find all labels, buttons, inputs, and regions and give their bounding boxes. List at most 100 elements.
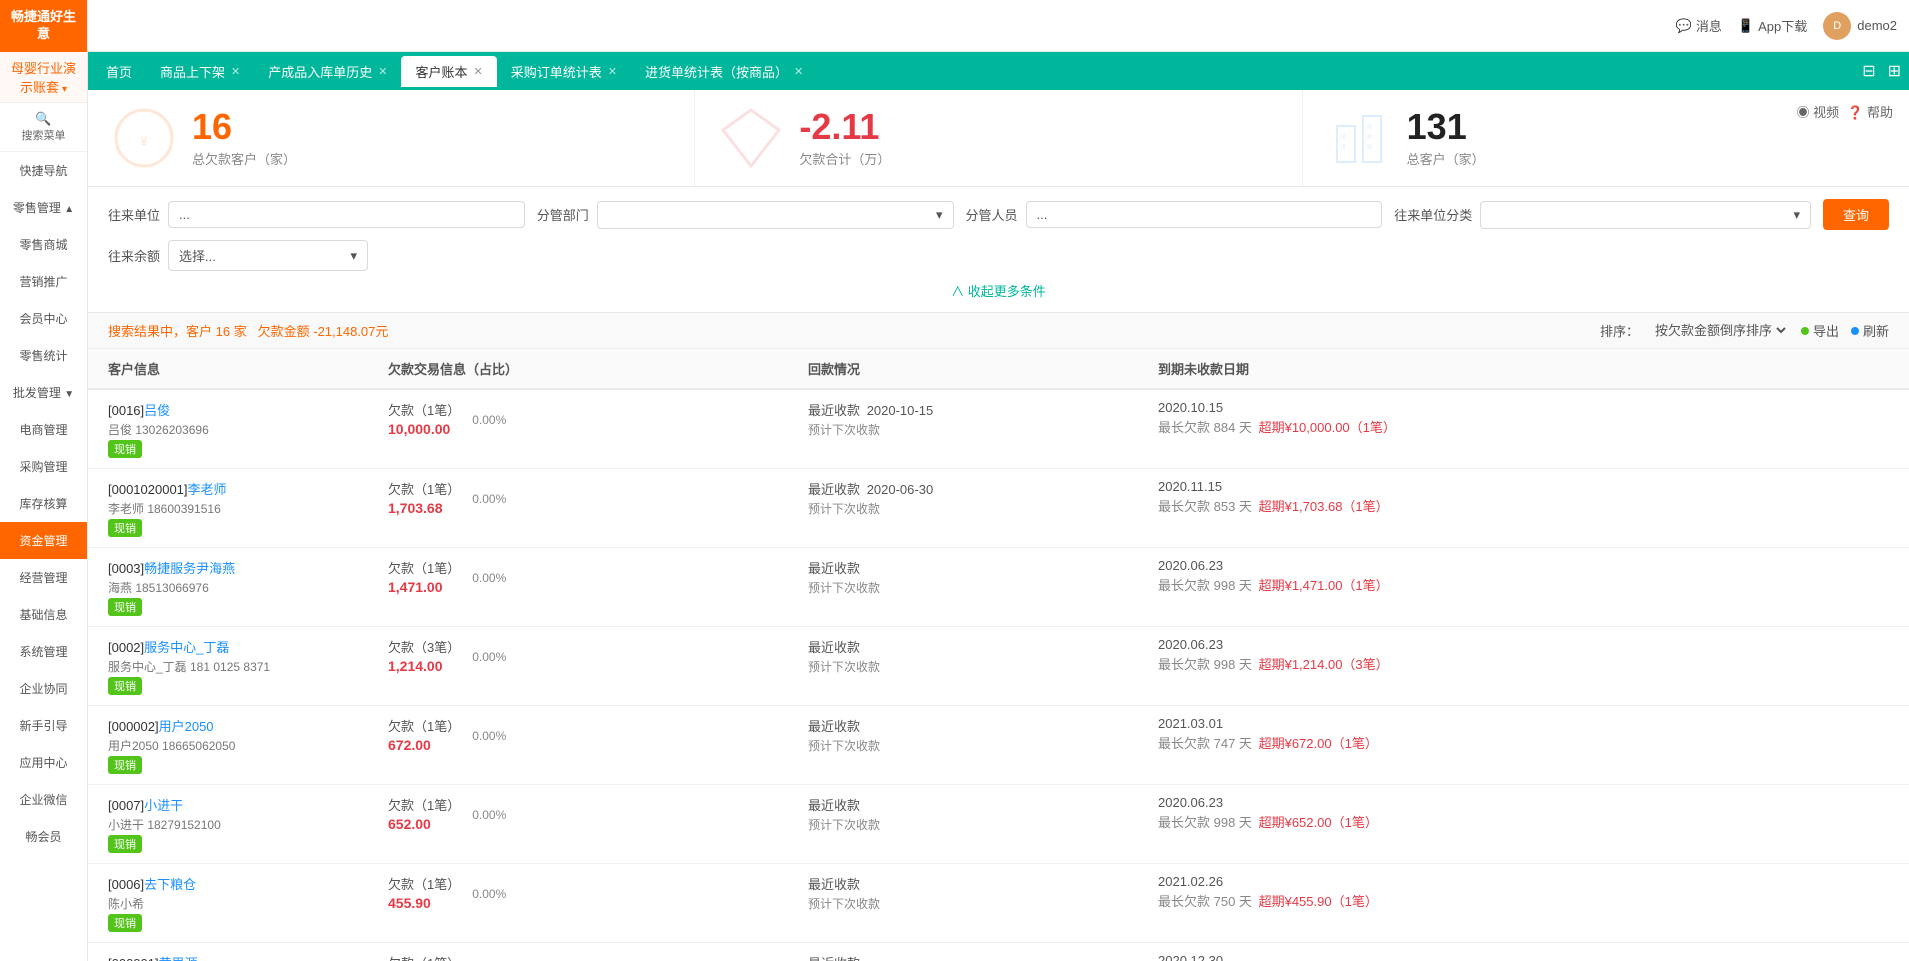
sidebar-item-ecommerce[interactable]: 电商管理 xyxy=(0,411,87,448)
unit-category-select[interactable]: ▾ xyxy=(1480,201,1811,229)
customer-name-7[interactable]: 黄思源 xyxy=(159,956,198,961)
debt-count-5: 欠款（1笔） xyxy=(388,795,460,814)
table-header: 客户信息 欠款交易信息（占比） 回款情况 到期未收款日期 xyxy=(88,349,1909,390)
tabs-bar: 首页 商品上下架 ✕ 产成品入库单历史 ✕ 客户账本 ✕ 采购订单统计表 ✕ 进… xyxy=(88,52,1909,90)
due-date-5: 2020.06.23 xyxy=(1158,795,1889,810)
debt-amount-1[interactable]: 1,703.68 xyxy=(388,500,460,516)
sidebar-item-enterprise-wechat[interactable]: 企业微信 xyxy=(0,781,87,818)
video-help-button[interactable]: ◉ 视频 xyxy=(1797,102,1840,121)
sidebar-item-ops[interactable]: 经营管理 xyxy=(0,559,87,596)
sidebar-item-purchase[interactable]: 采购管理 xyxy=(0,448,87,485)
help-button[interactable]: ❓ 帮助 xyxy=(1847,102,1893,121)
stat-card-actions: ◉ 视频 ❓ 帮助 xyxy=(1797,102,1893,121)
debt-amount-4[interactable]: 672.00 xyxy=(388,737,460,753)
unit-category-label: 往来单位分类 xyxy=(1394,205,1472,224)
sidebar-item-app-center[interactable]: 应用中心 xyxy=(0,744,87,781)
customer-info-2: [0003]畅捷服务尹海燕 海燕 18513066976 现销 xyxy=(108,558,388,616)
user-menu[interactable]: D demo2 xyxy=(1823,12,1897,40)
next-repay-2: 预计下次收款 xyxy=(808,579,1158,596)
message-button[interactable]: 💬 消息 xyxy=(1676,16,1722,35)
customer-name-6[interactable]: 去下粮仓 xyxy=(144,877,196,892)
from-unit-filter: 往来单位 ... xyxy=(108,201,525,228)
balance-arrow: ▾ xyxy=(350,248,357,264)
sidebar-item-vip-member[interactable]: 畅会员 xyxy=(0,818,87,855)
debt-info-7: 欠款（1笔） 429.00 0.00% xyxy=(388,953,808,961)
sidebar-item-retail-mall[interactable]: 零售商城 xyxy=(0,226,87,263)
overdue-link-5[interactable]: 超期¥652.00（1笔） xyxy=(1259,815,1378,830)
overdue-5: 最长欠款 998 天 超期¥652.00（1笔） xyxy=(1158,812,1889,831)
due-info-6: 2021.02.26 最长欠款 750 天 超期¥455.90（1笔） xyxy=(1158,874,1889,910)
sort-select[interactable]: 按欠款金额倒序排序 xyxy=(1651,322,1789,339)
sidebar-item-finance[interactable]: 资金管理 xyxy=(0,522,87,559)
manager-label: 分管人员 xyxy=(966,205,1018,224)
tab-customer-account[interactable]: 客户账本 ✕ xyxy=(401,56,496,87)
overdue-link-0[interactable]: 超期¥10,000.00（1笔） xyxy=(1259,420,1396,435)
due-info-3: 2020.06.23 最长欠款 998 天 超期¥1,214.00（3笔） xyxy=(1158,637,1889,673)
customer-info-6: [0006]去下粮仓 陈小希 现销 xyxy=(108,874,388,932)
balance-select[interactable]: 选择... ▾ xyxy=(168,240,368,271)
debt-percent-4: 0.00% xyxy=(472,729,506,743)
overdue-link-3[interactable]: 超期¥1,214.00（3笔） xyxy=(1259,657,1389,672)
sidebar-item-enterprise[interactable]: 企业协同 xyxy=(0,670,87,707)
overdue-2: 最长欠款 998 天 超期¥1,471.00（1笔） xyxy=(1158,575,1889,594)
suite-selector[interactable]: 母婴行业演示账套 ▾ xyxy=(0,52,87,103)
sidebar-item-basic-info[interactable]: 基础信息 xyxy=(0,596,87,633)
dept-select[interactable]: ▾ xyxy=(597,201,954,229)
sidebar-item-inventory[interactable]: 库存核算 xyxy=(0,485,87,522)
overdue-link-1[interactable]: 超期¥1,703.68（1笔） xyxy=(1259,499,1389,514)
results-header: 搜索结果中，客户 16 家 欠款金额 -21,148.07元 排序： 按欠款金额… xyxy=(88,313,1909,349)
export-button[interactable]: 导出 xyxy=(1801,321,1839,340)
debt-amount-6[interactable]: 455.90 xyxy=(388,895,460,911)
customer-phone-1: 李老师 18600391516 xyxy=(108,500,388,517)
overdue-link-6[interactable]: 超期¥455.90（1笔） xyxy=(1259,894,1378,909)
stat-total-customers: 131 总客户（家） ◉ 视频 ❓ 帮助 xyxy=(1303,90,1909,186)
sidebar-item-newbie[interactable]: 新手引导 xyxy=(0,707,87,744)
sidebar-item-retail-mgmt[interactable]: 零售管理 ▲ xyxy=(0,189,87,226)
debt-info-5: 欠款（1笔） 652.00 0.00% xyxy=(388,795,808,834)
tab-minimize-button[interactable]: ⊟ xyxy=(1858,59,1879,83)
tab-instock-stats[interactable]: 进货单统计表（按商品）✕ xyxy=(631,56,817,87)
debt-count-4: 欠款（1笔） xyxy=(388,716,460,735)
customer-name-5[interactable]: 小进干 xyxy=(144,798,183,813)
overdue-link-4[interactable]: 超期¥672.00（1笔） xyxy=(1259,736,1378,751)
from-unit-input[interactable]: ... xyxy=(168,201,525,228)
sidebar-item-member[interactable]: 会员中心 xyxy=(0,300,87,337)
tab-product-offshelf[interactable]: 商品上下架 ✕ xyxy=(146,56,254,87)
app-download-button[interactable]: 📱 App下载 xyxy=(1738,16,1807,35)
refresh-button[interactable]: 刷新 xyxy=(1851,321,1889,340)
customer-name-4[interactable]: 用户2050 xyxy=(159,719,214,734)
debt-amount-2[interactable]: 1,471.00 xyxy=(388,579,460,595)
total-customers-label: 总客户（家） xyxy=(1407,149,1485,168)
customer-tag-5: 现销 xyxy=(108,835,142,853)
sidebar-item-system[interactable]: 系统管理 xyxy=(0,633,87,670)
customer-name-0[interactable]: 吕俊 xyxy=(144,403,170,418)
sidebar-item-quick-nav[interactable]: 快捷导航 xyxy=(0,152,87,189)
tab-product-instock[interactable]: 产成品入库单历史 ✕ xyxy=(254,56,401,87)
customer-id-1: [0001020001] xyxy=(108,482,188,497)
sidebar-item-marketing[interactable]: 营销推广 xyxy=(0,263,87,300)
customer-info-5: [0007]小进干 小进干 18279152100 现销 xyxy=(108,795,388,853)
repay-info-3: 最近收款 预计下次收款 xyxy=(808,637,1158,675)
export-dot xyxy=(1801,327,1809,335)
tab-purchase-order[interactable]: 采购订单统计表 ✕ xyxy=(497,56,631,87)
collapse-button[interactable]: ∧ 收起更多条件 xyxy=(108,281,1889,300)
debt-info-4: 欠款（1笔） 672.00 0.00% xyxy=(388,716,808,755)
repay-info-0: 最近收款 2020-10-15 预计下次收款 xyxy=(808,400,1158,438)
customer-name-1[interactable]: 李老师 xyxy=(188,482,227,497)
search-menu[interactable]: 🔍 搜索菜单 xyxy=(0,103,87,152)
tab-maximize-button[interactable]: ⊞ xyxy=(1884,59,1905,83)
debt-amount-5[interactable]: 652.00 xyxy=(388,816,460,832)
sidebar-item-batch-mgmt[interactable]: 批发管理 ▼ xyxy=(0,374,87,411)
last-repay-0: 最近收款 2020-10-15 xyxy=(808,400,1158,419)
debt-amount-3[interactable]: 1,214.00 xyxy=(388,658,460,674)
manager-input[interactable]: ... xyxy=(1026,201,1383,228)
manager-dots: ... xyxy=(1037,207,1048,222)
sidebar-item-retail-stats[interactable]: 零售统计 xyxy=(0,337,87,374)
debt-amount-0[interactable]: 10,000.00 xyxy=(388,421,460,437)
customer-name-3[interactable]: 服务中心_丁磊 xyxy=(144,640,229,655)
tab-home[interactable]: 首页 xyxy=(92,56,146,87)
search-button[interactable]: 查询 xyxy=(1823,199,1889,230)
overdue-link-2[interactable]: 超期¥1,471.00（1笔） xyxy=(1259,578,1389,593)
repay-info-7: 最近收款 预计下次收款 xyxy=(808,953,1158,961)
customer-name-2[interactable]: 畅捷服务尹海燕 xyxy=(144,561,235,576)
